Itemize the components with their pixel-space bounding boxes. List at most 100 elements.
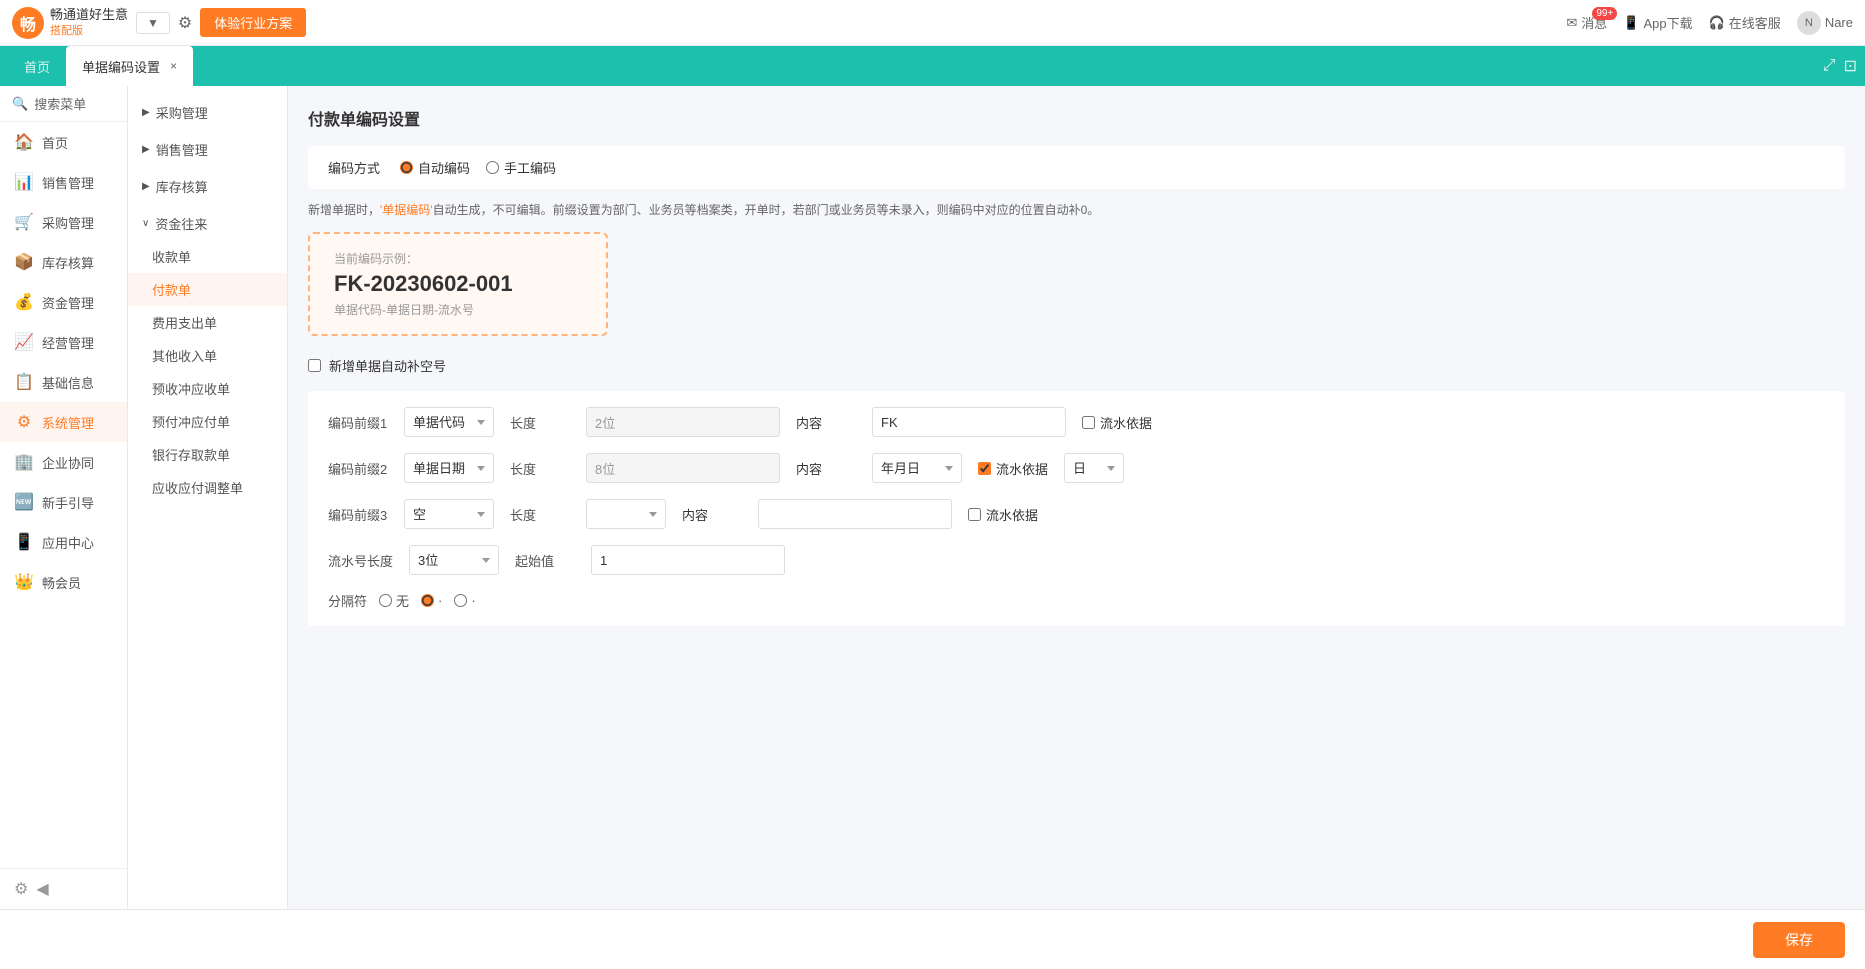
separator-row: 分隔符 无 · · (328, 591, 1825, 610)
serial-length-select[interactable]: 3位 (409, 545, 499, 575)
sec-group-finance-title[interactable]: ∨ 资金往来 (128, 207, 287, 240)
auto-code-option[interactable]: 自动编码 (400, 158, 470, 177)
user-name: Nare (1825, 15, 1853, 30)
sep-dot2-radio[interactable] (454, 594, 467, 607)
sidebar-item-apps[interactable]: 📱 应用中心 (0, 522, 127, 562)
sidebar-item-member[interactable]: 👑 畅会员 (0, 562, 127, 602)
service-icon: 🎧 (1709, 15, 1725, 31)
sec-item-adjustment[interactable]: 应收应付调整单 (128, 471, 287, 504)
serial3-checkbox[interactable] (968, 508, 981, 521)
separator-label: 分隔符 (328, 591, 367, 610)
app-download-label: App下载 (1643, 13, 1692, 32)
main-panel: 付款单编码设置 编码方式 自动编码 手工编码 新增单据时，'单据编码' (288, 86, 1865, 909)
sidebar: 🔍 搜索菜单 🏠 首页 📊 销售管理 🛒 采购管理 📦 库存核算 💰 (0, 86, 128, 909)
serial2-checkbox[interactable] (978, 462, 991, 475)
online-service-label: 在线客服 (1729, 13, 1781, 32)
dropdown-button[interactable]: ▼ (136, 12, 170, 34)
sec-item-prepay-payable[interactable]: 预付冲应付单 (128, 405, 287, 438)
sidebar-settings-btn[interactable]: ⚙ (14, 879, 28, 899)
auto-code-radio[interactable] (400, 161, 413, 174)
arrow-icon: ▶ (142, 144, 150, 155)
prefix1-select[interactable]: 单据代码 (404, 407, 494, 437)
home-icon: 🏠 (14, 132, 34, 152)
gear-button[interactable]: ⚙ (178, 13, 192, 33)
code-method-radio-group: 自动编码 手工编码 (400, 158, 556, 177)
sec-item-payment[interactable]: 付款单 (128, 273, 287, 306)
search-menu-label: 搜索菜单 (34, 94, 86, 113)
sidebar-sales-label: 销售管理 (42, 173, 94, 192)
sec-group-sales-title[interactable]: ▶ 销售管理 (128, 133, 287, 166)
sidebar-item-inventory[interactable]: 📦 库存核算 (0, 242, 127, 282)
sec-item-expense[interactable]: 费用支出单 (128, 306, 287, 339)
serial2-unit-select[interactable]: 日 (1064, 453, 1124, 483)
fullscreen-button[interactable]: ⤢ (1823, 57, 1836, 75)
sidebar-item-guide[interactable]: 🆕 新手引导 (0, 482, 127, 522)
sidebar-item-enterprise[interactable]: 🏢 企业协同 (0, 442, 127, 482)
sec-item-other-income[interactable]: 其他收入单 (128, 339, 287, 372)
sidebar-item-operation[interactable]: 📈 经营管理 (0, 322, 127, 362)
message-area[interactable]: ✉ 消息 99+ (1566, 13, 1607, 32)
sidebar-enterprise-label: 企业协同 (42, 453, 94, 472)
code-example-label: 当前编码示例： (334, 250, 582, 267)
sep-dot2-option[interactable]: · (454, 593, 475, 608)
code-method-row: 编码方式 自动编码 手工编码 (308, 146, 1845, 189)
sec-item-receipt[interactable]: 收款单 (128, 240, 287, 273)
logo-sub: 搭配版 (50, 22, 128, 38)
content2-select[interactable]: 年月日 (872, 453, 962, 483)
sidebar-system-label: 系统管理 (42, 413, 94, 432)
serial2-checkbox-item[interactable]: 流水依据 (978, 459, 1048, 478)
restore-button[interactable]: ⊡ (1844, 56, 1857, 76)
prefix3-label: 编码前缀3 (328, 505, 388, 524)
sep-none-radio[interactable] (379, 594, 392, 607)
auto-fill-row: 新增单据自动补空号 (308, 356, 1845, 375)
save-button[interactable]: 保存 (1753, 922, 1845, 958)
bottom-bar: 保存 (0, 909, 1865, 969)
length3-label: 长度 (510, 505, 570, 524)
sep-none-option[interactable]: 无 (379, 591, 409, 610)
serial3-checkbox-item[interactable]: 流水依据 (968, 505, 1038, 524)
start-value-input[interactable] (591, 545, 785, 575)
sidebar-item-system[interactable]: ⚙ 系统管理 (0, 402, 127, 442)
sidebar-item-basic[interactable]: 📋 基础信息 (0, 362, 127, 402)
search-menu-btn[interactable]: 🔍 搜索菜单 (0, 86, 127, 122)
content1-input[interactable] (872, 407, 1066, 437)
sep-dot-option[interactable]: · (421, 593, 442, 608)
length3-select[interactable] (586, 499, 666, 529)
online-service-btn[interactable]: 🎧 在线客服 (1709, 13, 1781, 32)
sec-item-bank[interactable]: 银行存取款单 (128, 438, 287, 471)
trial-button[interactable]: 体验行业方案 (200, 8, 306, 37)
code-example-desc: 单据代码-单据日期-流水号 (334, 301, 582, 318)
length1-label: 长度 (510, 413, 570, 432)
serial2-label: 流水依据 (996, 459, 1048, 478)
tab-current[interactable]: 单据编码设置 × (66, 46, 193, 86)
sales-icon: 📊 (14, 172, 34, 192)
sidebar-item-purchase[interactable]: 🛒 采购管理 (0, 202, 127, 242)
content3-input[interactable] (758, 499, 952, 529)
auto-fill-checkbox[interactable] (308, 359, 321, 372)
sidebar-item-home[interactable]: 🏠 首页 (0, 122, 127, 162)
content-area: ▶ 采购管理 ▶ 销售管理 ▶ 库存核算 ∨ 资金往来 (128, 86, 1865, 909)
serial1-checkbox[interactable] (1082, 416, 1095, 429)
tab-close-icon[interactable]: × (170, 59, 177, 73)
sec-item-prepay-receivable[interactable]: 预收冲应收单 (128, 372, 287, 405)
message-icon: ✉ (1566, 15, 1577, 31)
sec-group-purchase-title[interactable]: ▶ 采购管理 (128, 96, 287, 129)
sidebar-item-finance[interactable]: 💰 资金管理 (0, 282, 127, 322)
code-example-value: FK-20230602-001 (334, 271, 582, 297)
sec-group-finance-label: 资金往来 (155, 214, 207, 233)
tab-home[interactable]: 首页 (8, 46, 66, 86)
sep-dot-radio[interactable] (421, 594, 434, 607)
prefix3-select[interactable]: 空 (404, 499, 494, 529)
sidebar-home-label: 首页 (42, 133, 68, 152)
auto-code-label: 自动编码 (418, 158, 470, 177)
sec-group-inventory-title[interactable]: ▶ 库存核算 (128, 170, 287, 203)
user-area[interactable]: N Nare (1797, 11, 1853, 35)
manual-code-radio[interactable] (486, 161, 499, 174)
serial1-checkbox-item[interactable]: 流水依据 (1082, 413, 1152, 432)
sidebar-collapse-btn[interactable]: ◀ (36, 879, 48, 899)
app-download-btn[interactable]: 📱 App下载 (1623, 13, 1692, 32)
prefix2-select[interactable]: 单据日期 (404, 453, 494, 483)
sidebar-item-sales[interactable]: 📊 销售管理 (0, 162, 127, 202)
manual-code-option[interactable]: 手工编码 (486, 158, 556, 177)
sec-group-sales: ▶ 销售管理 (128, 133, 287, 166)
